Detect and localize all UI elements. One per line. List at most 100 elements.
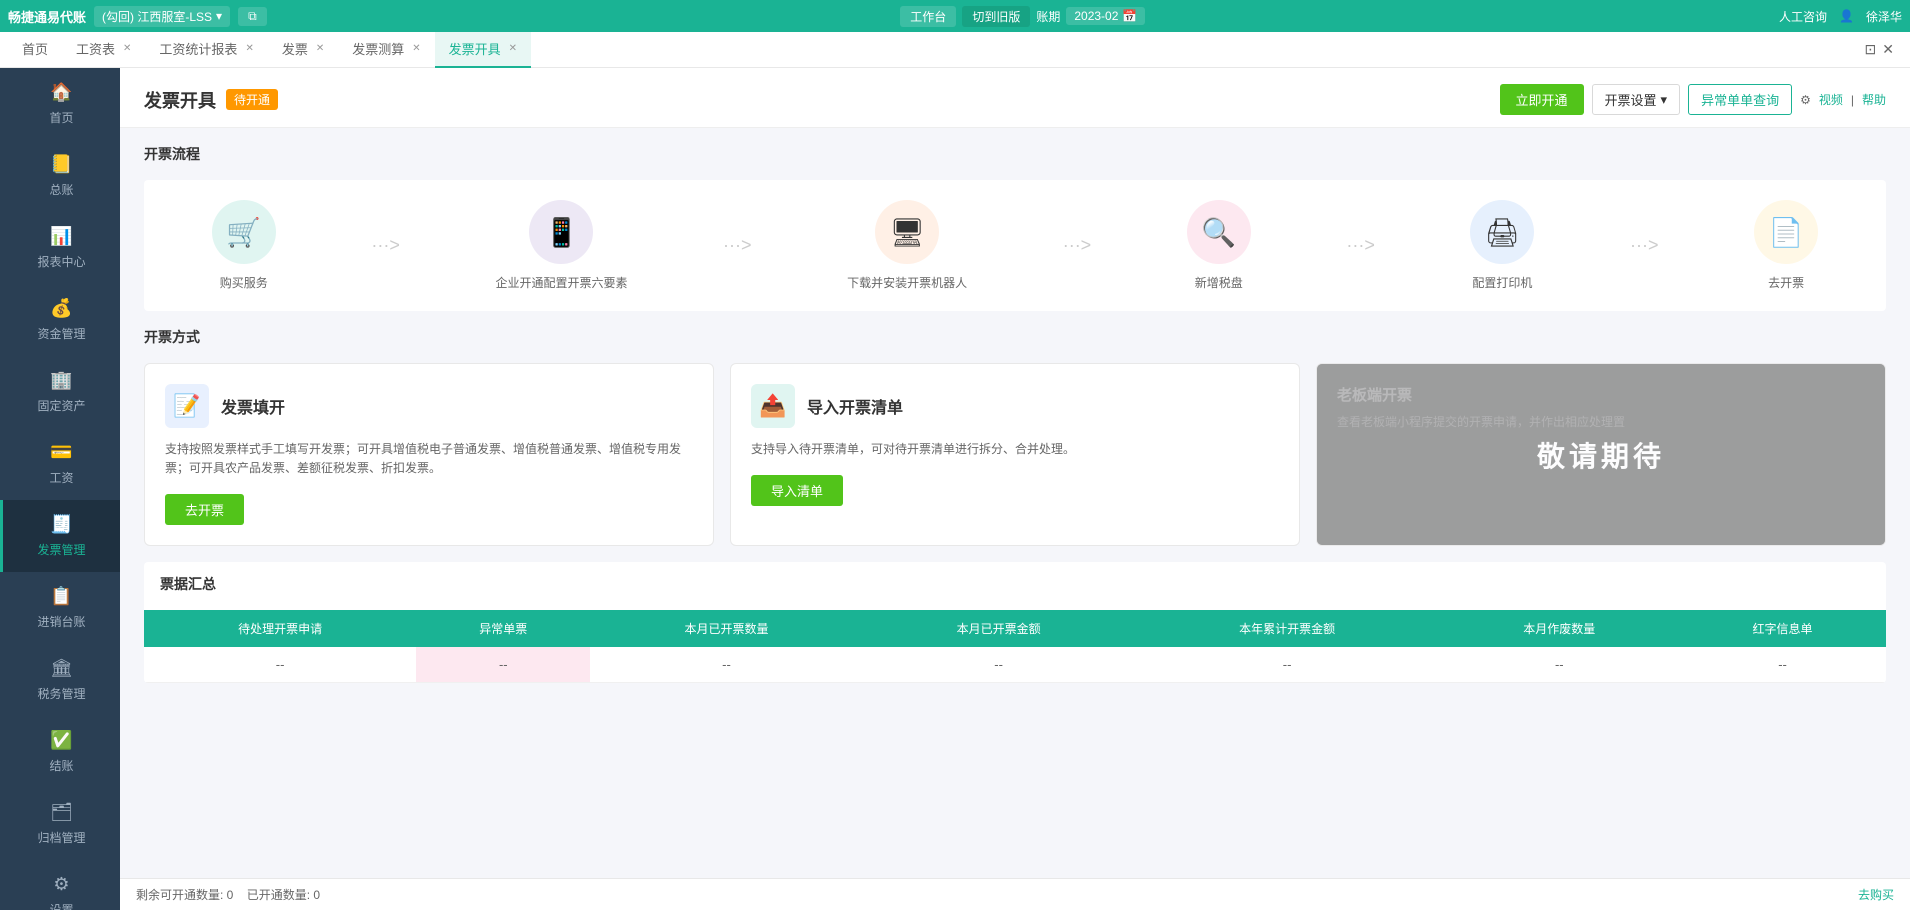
company-name: (勾回) 江西服室-LSS <box>102 8 212 25</box>
step-arrow-5: ···> <box>1630 235 1659 256</box>
step-taxdisk[interactable]: 🔍 新增税盘 <box>1187 200 1251 291</box>
tab-invoice-calc-close[interactable]: ✕ <box>412 43 420 54</box>
col-year-amount: 本年累计开票金额 <box>1135 610 1440 647</box>
tab-invoice-calc[interactable]: 发票测算 ✕ <box>338 32 434 68</box>
step-taxdisk-icon: 🔍 <box>1187 200 1251 264</box>
cell-abnormal: -- <box>416 647 590 683</box>
sidebar-item-archive[interactable]: 🗂 归档管理 <box>0 788 120 860</box>
sidebar-item-assets[interactable]: 🏢 固定资产 <box>0 356 120 428</box>
import-list-button[interactable]: 导入清单 <box>751 475 843 506</box>
user-avatar: 👤 <box>1839 9 1854 23</box>
sidebar-label-tax: 税务管理 <box>37 685 85 702</box>
tab-invoice-close[interactable]: ✕ <box>316 43 324 54</box>
step-config[interactable]: 📱 企业开通配置开票六要素 <box>495 200 627 291</box>
ledger-icon: 📒 <box>50 154 72 175</box>
sidebar-label-purchase: 进销台账 <box>37 613 85 630</box>
settings-icon-sm: ⚙ <box>1800 93 1811 107</box>
period-selector[interactable]: 2023-02 📅 <box>1066 7 1145 25</box>
step-printer[interactable]: 🖨 配置打印机 <box>1470 200 1534 291</box>
sidebar-item-home[interactable]: 🏠 首页 <box>0 68 120 140</box>
switch-old-button[interactable]: 切到旧版 <box>962 6 1030 27</box>
sidebar-item-invoice[interactable]: 🧾 发票管理 <box>0 500 120 572</box>
tab-salary-table-label: 工资表 <box>76 39 115 58</box>
step-buy[interactable]: 🛒 购买服务 <box>212 200 276 291</box>
settings-button[interactable]: 开票设置 ▾ <box>1592 84 1681 115</box>
sidebar-item-funds[interactable]: 💰 资金管理 <box>0 284 120 356</box>
activate-button[interactable]: 立即开通 <box>1500 84 1584 115</box>
summary-table: 待处理开票申请 异常单票 本月已开票数量 本月已开票金额 本年累计开票金额 本月… <box>144 610 1886 683</box>
step-buy-label: 购买服务 <box>220 274 268 291</box>
tab-home[interactable]: 首页 <box>8 32 62 68</box>
tab-salary-report-close[interactable]: ✕ <box>245 43 253 54</box>
tab-salary-table[interactable]: 工资表 ✕ <box>62 32 145 68</box>
bottom-bar: 剩余可开通数量: 0 已开通数量: 0 去购买 <box>120 878 1910 910</box>
col-month-amount: 本月已开票金额 <box>863 610 1135 647</box>
steps-flow: 🛒 购买服务 ···> 📱 企业开通配置开票六要素 ···> 🖥 下载并安装开票… <box>144 180 1886 311</box>
bottom-info: 剩余可开通数量: 0 已开通数量: 0 <box>136 886 320 903</box>
sidebar-label-reports: 报表中心 <box>37 253 85 270</box>
service-button[interactable]: 人工咨询 <box>1779 8 1827 25</box>
tab-invoice-calc-label: 发票测算 <box>352 39 404 58</box>
reports-icon: 📊 <box>50 226 72 247</box>
step-download[interactable]: 🖥 下载并安装开票机器人 <box>847 200 967 291</box>
col-abnormal: 异常单票 <box>416 610 590 647</box>
step-arrow-1: ···> <box>371 235 400 256</box>
step-issue-icon: 📄 <box>1754 200 1818 264</box>
summary-title-area: 票据汇总 <box>144 562 1886 594</box>
sidebar-item-settlement[interactable]: ✅ 结账 <box>0 716 120 788</box>
sidebar-item-settings[interactable]: ⚙ 设置 <box>0 860 120 910</box>
method-card-old: 老板端开票 查看老板端小程序提交的开票申请，并作出相应处理置 敬请期待 <box>1316 363 1886 546</box>
cell-red-note: -- <box>1679 647 1886 683</box>
tab-home-label: 首页 <box>22 39 48 58</box>
main-content: 发票开具 待开通 立即开通 开票设置 ▾ 异常单单查询 ⚙ 视频 | 帮助 <box>120 68 1910 910</box>
step-buy-icon: 🛒 <box>212 200 276 264</box>
buy-link[interactable]: 去购买 <box>1858 886 1894 903</box>
step-download-label: 下载并安装开票机器人 <box>847 274 967 291</box>
step-download-icon: 🖥 <box>875 200 939 264</box>
go-issue-button[interactable]: 去开票 <box>165 494 244 525</box>
workspace-button[interactable]: 工作台 <box>900 6 956 27</box>
coming-soon-text: 敬请期待 <box>1537 435 1665 475</box>
restore-button[interactable]: ⊡ <box>1865 41 1877 58</box>
company-selector[interactable]: (勾回) 江西服室-LSS ▾ <box>94 6 230 27</box>
remaining-label: 剩余可开通数量: 0 <box>136 888 233 902</box>
username: 徐泽华 <box>1866 8 1902 25</box>
col-void-count: 本月作废数量 <box>1440 610 1680 647</box>
tab-invoice-issue[interactable]: 发票开具 ✕ <box>435 32 531 68</box>
step-arrow-4: ···> <box>1346 235 1375 256</box>
tab-invoice-issue-close[interactable]: ✕ <box>509 43 517 54</box>
top-bar: 畅捷通易代账 (勾回) 江西服室-LSS ▾ ⧉ 工作台 切到旧版 账期 202… <box>0 0 1910 32</box>
sidebar-item-ledger[interactable]: 📒 总账 <box>0 140 120 212</box>
sidebar-item-purchase[interactable]: 📋 进销台账 <box>0 572 120 644</box>
sidebar-label-invoice: 发票管理 <box>37 541 85 558</box>
view-label[interactable]: 视频 <box>1819 91 1843 108</box>
query-button[interactable]: 异常单单查询 <box>1688 84 1792 115</box>
sidebar-item-salary[interactable]: 💳 工资 <box>0 428 120 500</box>
content-body: 开票流程 🛒 购买服务 ···> 📱 企业开通配置开票六要素 ···> 🖥 <box>120 128 1910 699</box>
sidebar-item-reports[interactable]: 📊 报表中心 <box>0 212 120 284</box>
step-issue[interactable]: 📄 去开票 <box>1754 200 1818 291</box>
step-taxdisk-label: 新增税盘 <box>1195 274 1243 291</box>
chevron-down-icon: ▾ <box>216 9 222 23</box>
status-badge: 待开通 <box>226 89 278 110</box>
settings-button-label: 开票设置 <box>1605 90 1657 109</box>
step-printer-icon: 🖨 <box>1470 200 1534 264</box>
cell-void-count: -- <box>1440 647 1680 683</box>
tab-salary-table-close[interactable]: ✕ <box>123 43 131 54</box>
tab-salary-report[interactable]: 工资统计报表 ✕ <box>145 32 267 68</box>
help-label[interactable]: 帮助 <box>1862 91 1886 108</box>
tab-invoice[interactable]: 发票 ✕ <box>268 32 338 68</box>
invoice-methods: 📝 发票填开 支持按照发票样式手工填写开发票；可开具增值税电子普通发票、增值税普… <box>144 363 1886 546</box>
sidebar-label-settings: 设置 <box>49 901 73 910</box>
method-import-title: 导入开票清单 <box>807 394 903 418</box>
assets-icon: 🏢 <box>50 370 72 391</box>
funds-icon: 💰 <box>50 298 72 319</box>
col-pending: 待处理开票申请 <box>144 610 416 647</box>
tax-icon: 🏛 <box>50 658 73 679</box>
ticket-summary-section: 票据汇总 待处理开票申请 异常单票 本月已开票数量 本月已开票金额 本年累计开票… <box>144 562 1886 683</box>
sidebar-item-tax[interactable]: 🏛 税务管理 <box>0 644 120 716</box>
copy-button[interactable]: ⧉ <box>238 7 267 26</box>
cell-pending: -- <box>144 647 416 683</box>
app-logo: 畅捷通易代账 <box>8 7 86 26</box>
close-button[interactable]: ✕ <box>1882 41 1894 58</box>
